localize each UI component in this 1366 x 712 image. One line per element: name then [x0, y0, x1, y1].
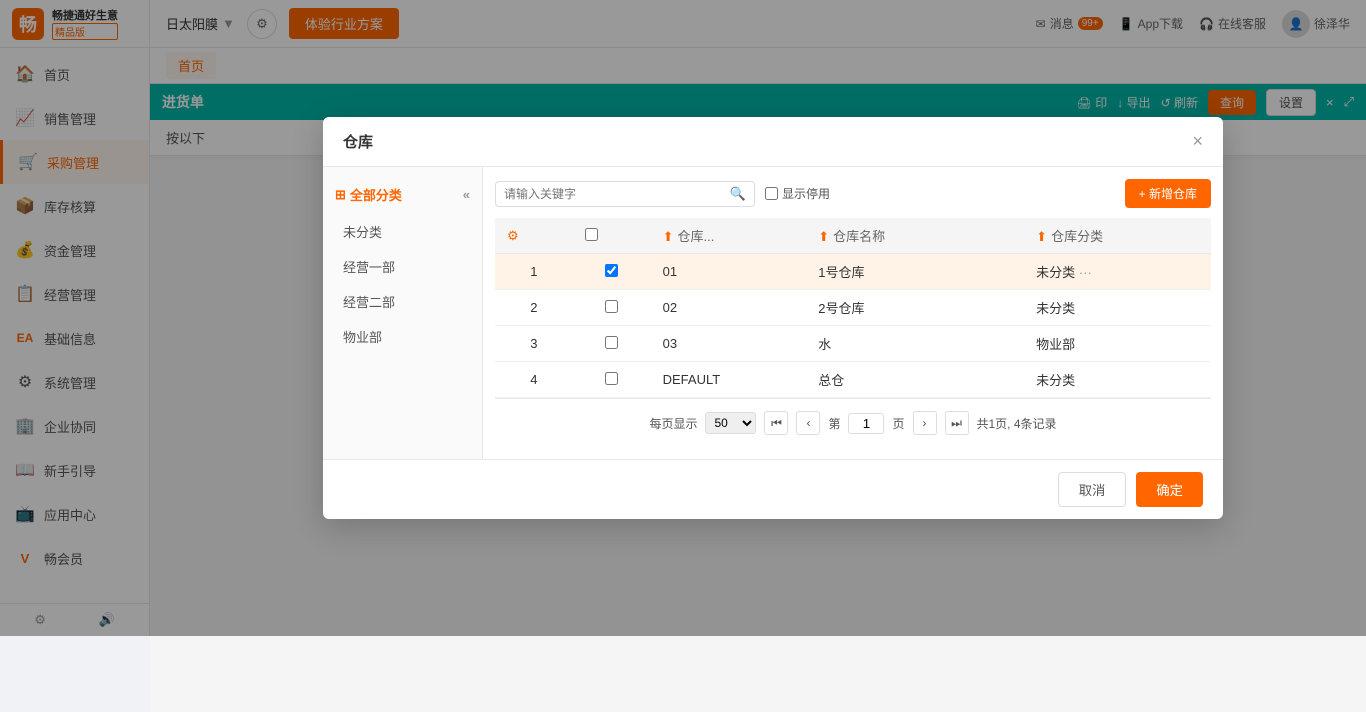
row-code: DEFAULT — [651, 362, 807, 398]
search-icon: 🔍 — [730, 186, 746, 202]
row-num: 4 — [495, 362, 573, 398]
row-name: 2号仓库 — [806, 290, 1024, 326]
show-disabled-checkbox[interactable] — [765, 187, 778, 200]
per-page-select[interactable]: 50 100 — [705, 412, 756, 434]
table-container: ⚙ ⬆仓库... ⬆仓库名称 ⬆仓库分类 1 01 1号仓库 未分类 ··· 2… — [495, 218, 1211, 398]
modal-body: ⊞ 全部分类 « 未分类 经营一部 经营二部 物业部 🔍 显示停用 — [323, 167, 1223, 459]
row-checkbox[interactable] — [605, 336, 618, 349]
modal-toolbar: 🔍 显示停用 + 新增仓库 — [495, 179, 1211, 208]
th-category: ⬆仓库分类 — [1024, 218, 1211, 254]
warehouse-search-box: 🔍 — [495, 181, 755, 207]
row-category: 未分类 — [1024, 290, 1211, 326]
row-name: 总仓 — [806, 362, 1024, 398]
collapse-sidebar-icon[interactable]: « — [463, 187, 470, 202]
row-code: 03 — [651, 326, 807, 362]
row-category: 未分类 ··· — [1024, 254, 1211, 290]
row-category: 物业部 — [1024, 326, 1211, 362]
confirm-button[interactable]: 确定 — [1136, 472, 1203, 507]
row-checkbox[interactable] — [605, 300, 618, 313]
modal-close-button[interactable]: × — [1192, 131, 1203, 152]
category-item-property[interactable]: 物业部 — [323, 319, 482, 354]
category-item-ops1[interactable]: 经营一部 — [323, 249, 482, 284]
row-checkbox-cell — [573, 362, 651, 398]
category-item-uncategorized[interactable]: 未分类 — [323, 214, 482, 249]
row-name: 水 — [806, 326, 1024, 362]
warehouse-modal: 仓库 × ⊞ 全部分类 « 未分类 经营一部 经营二部 物业部 🔍 — [323, 117, 1223, 519]
table-row[interactable]: 4 DEFAULT 总仓 未分类 — [495, 362, 1211, 398]
category-item-ops2[interactable]: 经营二部 — [323, 284, 482, 319]
modal-table-area: 🔍 显示停用 + 新增仓库 ⚙ ⬆仓库... ⬆仓库名称 — [483, 167, 1223, 459]
row-checkbox-cell — [573, 326, 651, 362]
row-code: 02 — [651, 290, 807, 326]
row-num: 3 — [495, 326, 573, 362]
warehouse-search-input[interactable] — [504, 187, 724, 201]
show-disabled-checkbox-label: 显示停用 — [765, 185, 830, 202]
modal-header: 仓库 × — [323, 117, 1223, 167]
select-all-checkbox[interactable] — [585, 228, 598, 241]
cancel-button[interactable]: 取消 — [1058, 472, 1127, 507]
row-num: 1 — [495, 254, 573, 290]
next-page-button[interactable]: › — [913, 411, 937, 435]
first-page-button[interactable]: ⏮ — [764, 411, 788, 435]
row-num: 2 — [495, 290, 573, 326]
th-name: ⬆仓库名称 — [806, 218, 1024, 254]
table-row[interactable]: 3 03 水 物业部 — [495, 326, 1211, 362]
modal-title: 仓库 — [343, 131, 373, 152]
table-row[interactable]: 1 01 1号仓库 未分类 ··· — [495, 254, 1211, 290]
warehouse-table: ⚙ ⬆仓库... ⬆仓库名称 ⬆仓库分类 1 01 1号仓库 未分类 ··· 2… — [495, 218, 1211, 398]
row-category: 未分类 — [1024, 362, 1211, 398]
row-checkbox[interactable] — [605, 264, 618, 277]
row-more-icon[interactable]: ··· — [1079, 265, 1092, 280]
row-checkbox[interactable] — [605, 372, 618, 385]
modal-footer: 取消 确定 — [323, 459, 1223, 519]
modal-category-sidebar: ⊞ 全部分类 « 未分类 经营一部 经营二部 物业部 — [323, 167, 483, 459]
table-row[interactable]: 2 02 2号仓库 未分类 — [495, 290, 1211, 326]
new-warehouse-button[interactable]: + 新增仓库 — [1125, 179, 1211, 208]
modal-pagination: 每页显示 50 100 ⏮ ‹ 第 页 › ⏭ 共1页, 4条记录 — [495, 398, 1211, 447]
row-checkbox-cell — [573, 290, 651, 326]
modal-category-header: ⊞ 全部分类 « — [323, 179, 482, 214]
th-code: ⬆仓库... — [651, 218, 807, 254]
category-grid-icon: ⊞ — [335, 187, 346, 203]
row-code: 01 — [651, 254, 807, 290]
row-checkbox-cell — [573, 254, 651, 290]
row-name: 1号仓库 — [806, 254, 1024, 290]
last-page-button[interactable]: ⏭ — [945, 411, 969, 435]
page-number-input[interactable] — [848, 413, 884, 434]
th-checkbox — [573, 218, 651, 254]
prev-page-button[interactable]: ‹ — [796, 411, 820, 435]
th-gear: ⚙ — [495, 218, 573, 254]
